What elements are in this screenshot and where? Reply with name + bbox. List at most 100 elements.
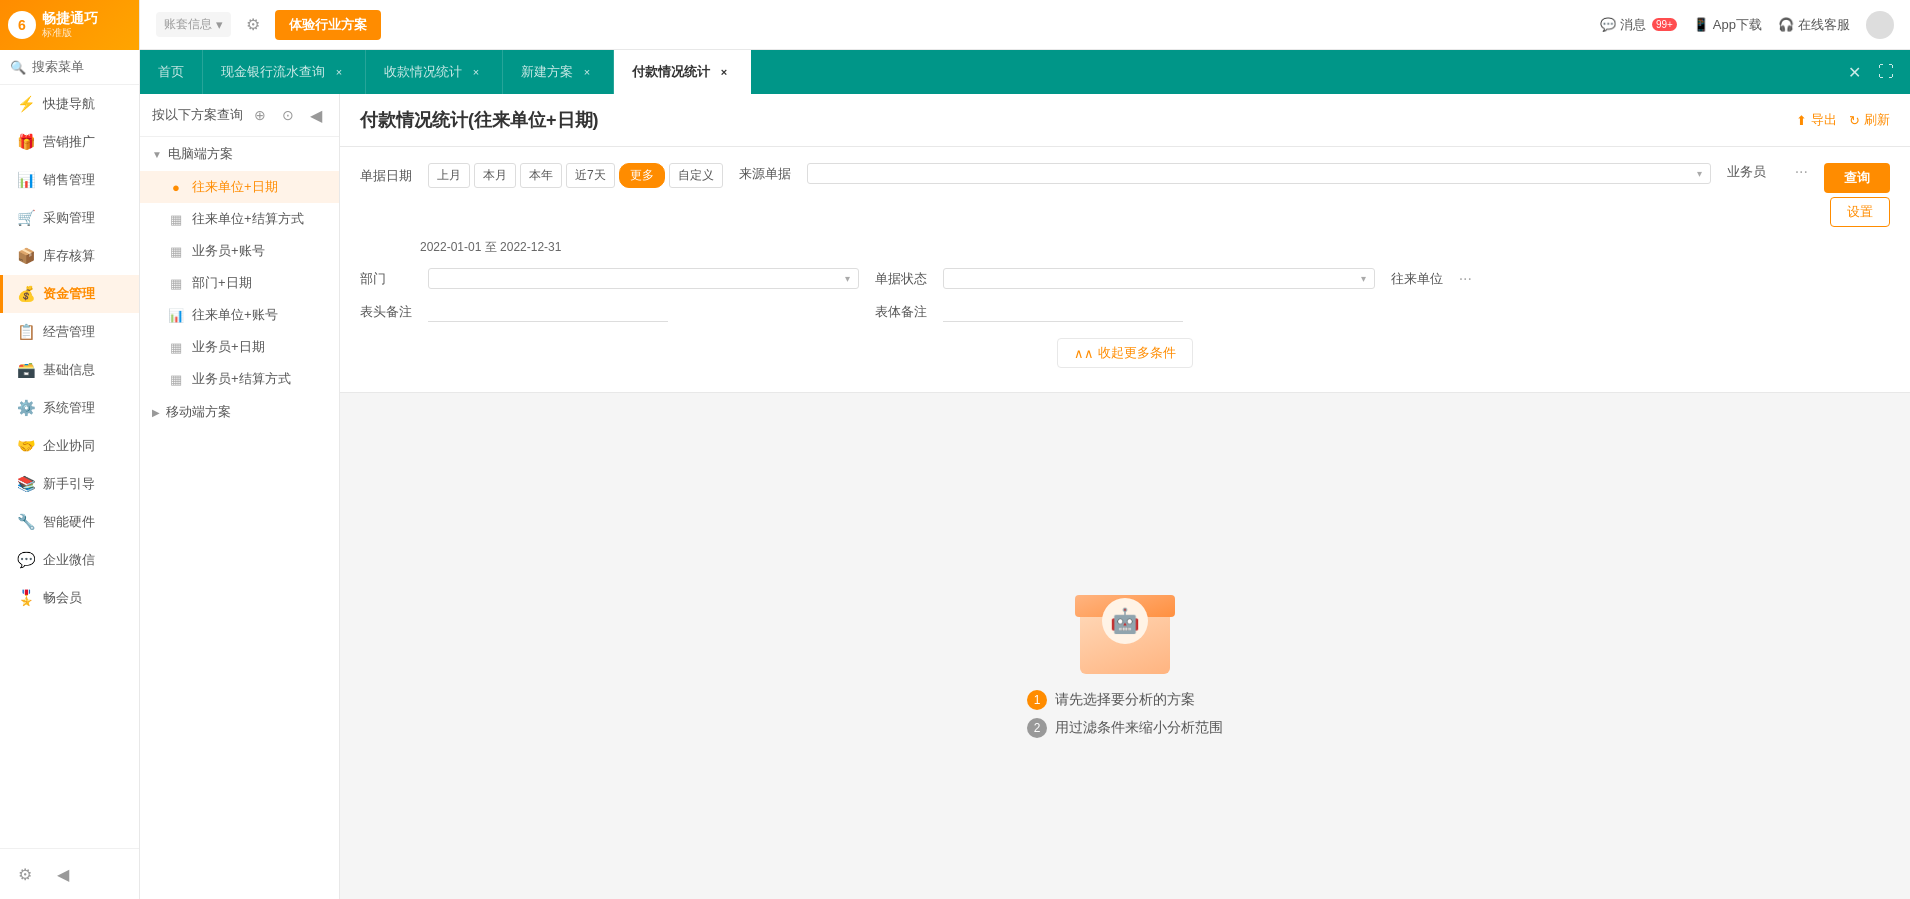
filter-settings-btn[interactable]: 设置 xyxy=(1830,197,1890,227)
sidebar-item-label: 资金管理 xyxy=(43,285,95,303)
sidebar-item-member[interactable]: 🎖️ 畅会员 xyxy=(0,579,139,617)
sidebar-item-hardware[interactable]: 🔧 智能硬件 xyxy=(0,503,139,541)
table-head-note-input[interactable] xyxy=(428,301,668,322)
notification-label: 消息 xyxy=(1620,16,1646,34)
hardware-icon: 🔧 xyxy=(17,513,35,531)
tab-expand-btn[interactable]: ⛶ xyxy=(1874,60,1898,84)
tab-home[interactable]: 首页 xyxy=(140,50,203,94)
sidebar-item-inventory[interactable]: 📦 库存核算 xyxy=(0,237,139,275)
scheme-item-label: 业务员+账号 xyxy=(192,242,265,260)
tab-cashflow-close[interactable]: × xyxy=(331,64,347,80)
sidebar-item-label: 畅会员 xyxy=(43,589,82,607)
sales-icon: 📊 xyxy=(17,171,35,189)
inventory-icon: 📦 xyxy=(17,247,35,265)
online-service-btn[interactable]: 🎧 在线客服 xyxy=(1778,16,1850,34)
search-menu[interactable]: 🔍 搜索菜单 xyxy=(0,50,139,85)
sidebar-settings-btn[interactable]: ⚙ xyxy=(10,859,40,889)
refresh-btn[interactable]: ↻ 刷新 xyxy=(1849,111,1890,129)
sidebar-item-label: 企业协同 xyxy=(43,437,95,455)
date-btn-this-month[interactable]: 本月 xyxy=(474,163,516,188)
search-menu-label: 搜索菜单 xyxy=(32,58,84,76)
collapse-more-btn[interactable]: ∧∧ 收起更多条件 xyxy=(1057,338,1193,368)
sidebar-item-label: 基础信息 xyxy=(43,361,95,379)
date-label: 单据日期 xyxy=(360,167,420,185)
scheme-item-employee-settlement[interactable]: ▦ 业务员+结算方式 xyxy=(140,363,339,395)
scheme-collapse-btn[interactable]: ◀ xyxy=(305,104,327,126)
source-bill-select[interactable]: ▾ xyxy=(807,163,1711,184)
scheme-item-label: 业务员+结算方式 xyxy=(192,370,291,388)
topbar-gear-btn[interactable]: ⚙ xyxy=(239,11,267,39)
tab-receipt-label: 收款情况统计 xyxy=(384,63,462,81)
date-btn-custom[interactable]: 自定义 xyxy=(669,163,723,188)
date-btn-last-month[interactable]: 上月 xyxy=(428,163,470,188)
sidebar-item-marketing[interactable]: 🎁 营销推广 xyxy=(0,123,139,161)
sidebar-collapse-btn[interactable]: ◀ xyxy=(48,859,78,889)
operations-icon: 📋 xyxy=(17,323,35,341)
scheme-panel-title: 按以下方案查询 xyxy=(152,106,243,124)
gear-icon: ⊙ xyxy=(282,107,294,123)
main-area: 账套信息 ▾ ⚙ 体验行业方案 💬 消息 99+ 📱 App下载 🎧 在线客服 xyxy=(140,0,1910,899)
empty-step2: 2 用过滤条件来缩小分析范围 xyxy=(1027,718,1223,738)
sidebar-item-wechat[interactable]: 💬 企业微信 xyxy=(0,541,139,579)
scheme-item-partner-account[interactable]: 📊 往来单位+账号 xyxy=(140,299,339,331)
trial-btn[interactable]: 体验行业方案 xyxy=(275,10,381,40)
employee-input[interactable]: ··· xyxy=(1795,163,1808,181)
export-label: 导出 xyxy=(1811,111,1837,129)
scheme-settings-btn[interactable]: ⊙ xyxy=(277,104,299,126)
tab-payment-stats-close[interactable]: × xyxy=(716,64,732,80)
bill-status-arrow: ▾ xyxy=(1361,273,1366,284)
account-text: 账套信息 xyxy=(164,16,212,33)
sidebar-item-sales[interactable]: 📊 销售管理 xyxy=(0,161,139,199)
tab-new-scheme-close[interactable]: × xyxy=(579,64,595,80)
sidebar-item-finance[interactable]: 💰 资金管理 xyxy=(0,275,139,313)
notification-btn[interactable]: 💬 消息 99+ xyxy=(1600,16,1677,34)
sidebar-item-enterprise[interactable]: 🤝 企业协同 xyxy=(0,427,139,465)
tab-close-all-btn[interactable]: ✕ xyxy=(1842,60,1866,84)
sidebar-item-basicinfo[interactable]: 🗃️ 基础信息 xyxy=(0,351,139,389)
sidebar-item-purchase[interactable]: 🛒 采购管理 xyxy=(0,199,139,237)
account-dropdown[interactable]: 账套信息 ▾ xyxy=(156,12,231,37)
sidebar-item-system[interactable]: ⚙️ 系统管理 xyxy=(0,389,139,427)
tab-cashflow[interactable]: 现金银行流水查询 × xyxy=(203,50,366,94)
tab-receipt[interactable]: 收款情况统计 × xyxy=(366,50,503,94)
scheme-item-employee-date[interactable]: ▦ 业务员+日期 xyxy=(140,331,339,363)
partner-input[interactable]: ··· xyxy=(1459,270,1472,288)
sidebar-item-quicknav[interactable]: ⚡ 快捷导航 xyxy=(0,85,139,123)
guide-icon: 📚 xyxy=(17,475,35,493)
scheme-list: ● 往来单位+日期 ▦ 往来单位+结算方式 ▦ 业务员+账号 ▦ 部门+日期 xyxy=(140,171,339,395)
scheme-item-table-icon4: ▦ xyxy=(168,339,184,355)
table-body-note-input[interactable] xyxy=(943,301,1183,322)
query-btn[interactable]: 查询 xyxy=(1824,163,1890,193)
notification-badge: 99+ xyxy=(1652,18,1677,31)
scheme-mobile-toggle[interactable]: ▶ 移动端方案 xyxy=(140,395,339,429)
scheme-item-dept-date[interactable]: ▦ 部门+日期 xyxy=(140,267,339,299)
refresh-icon: ↻ xyxy=(1849,113,1860,128)
scheme-desktop-toggle[interactable]: ▼ 电脑端方案 xyxy=(140,137,339,171)
employee-label: 业务员 xyxy=(1727,163,1787,181)
scheme-item-partner-settlement[interactable]: ▦ 往来单位+结算方式 xyxy=(140,203,339,235)
date-btn-more[interactable]: 更多 xyxy=(619,163,665,188)
tab-payment-stats[interactable]: 付款情况统计 × xyxy=(614,50,751,94)
sidebar-item-operations[interactable]: 📋 经营管理 xyxy=(0,313,139,351)
source-bill-arrow: ▾ xyxy=(1697,168,1702,179)
scheme-item-employee-account[interactable]: ▦ 业务员+账号 xyxy=(140,235,339,267)
scheme-item-label: 业务员+日期 xyxy=(192,338,265,356)
date-btn-7days[interactable]: 近7天 xyxy=(566,163,615,188)
app-download-btn[interactable]: 📱 App下载 xyxy=(1693,16,1762,34)
tab-receipt-close[interactable]: × xyxy=(468,64,484,80)
bill-status-label: 单据状态 xyxy=(875,270,935,288)
download-icon: 📱 xyxy=(1693,17,1709,32)
export-btn[interactable]: ⬆ 导出 xyxy=(1796,111,1837,129)
user-avatar[interactable] xyxy=(1866,11,1894,39)
sidebar-item-guide[interactable]: 📚 新手引导 xyxy=(0,465,139,503)
empty-state: 🤖 1 请先选择要分析的方案 2 用过滤条件来缩小分析范围 xyxy=(1027,554,1223,738)
dept-arrow: ▾ xyxy=(845,273,850,284)
dept-select[interactable]: ▾ xyxy=(428,268,859,289)
tab-new-scheme[interactable]: 新建方案 × xyxy=(503,50,614,94)
scheme-item-partner-date[interactable]: ● 往来单位+日期 xyxy=(140,171,339,203)
bill-status-select[interactable]: ▾ xyxy=(943,268,1374,289)
sidebar-item-label: 库存核算 xyxy=(43,247,95,265)
service-icon: 🎧 xyxy=(1778,17,1794,32)
scheme-add-btn[interactable]: ⊕ xyxy=(249,104,271,126)
date-btn-this-year[interactable]: 本年 xyxy=(520,163,562,188)
